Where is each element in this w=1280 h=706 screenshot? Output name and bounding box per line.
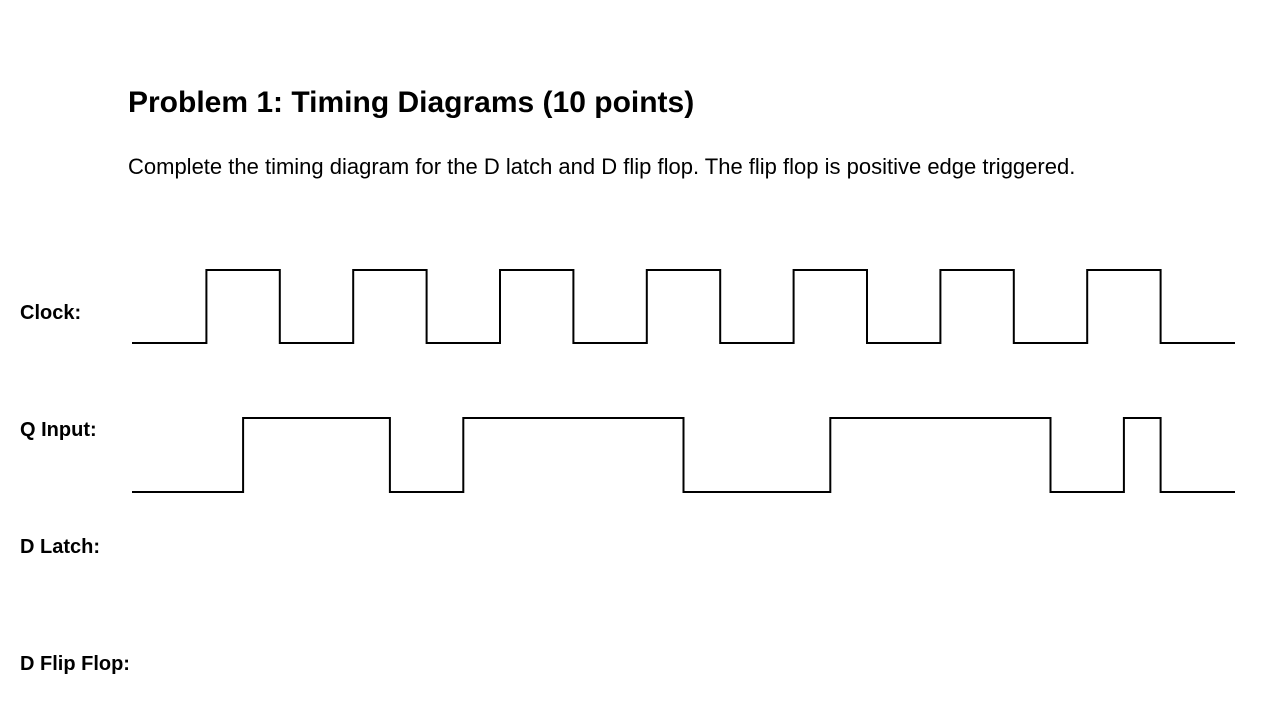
page: Problem 1: Timing Diagrams (10 points) C… (0, 0, 1280, 706)
clock-waveform (133, 270, 1234, 343)
qinput-waveform (133, 418, 1234, 492)
timing-diagram (0, 0, 1280, 706)
